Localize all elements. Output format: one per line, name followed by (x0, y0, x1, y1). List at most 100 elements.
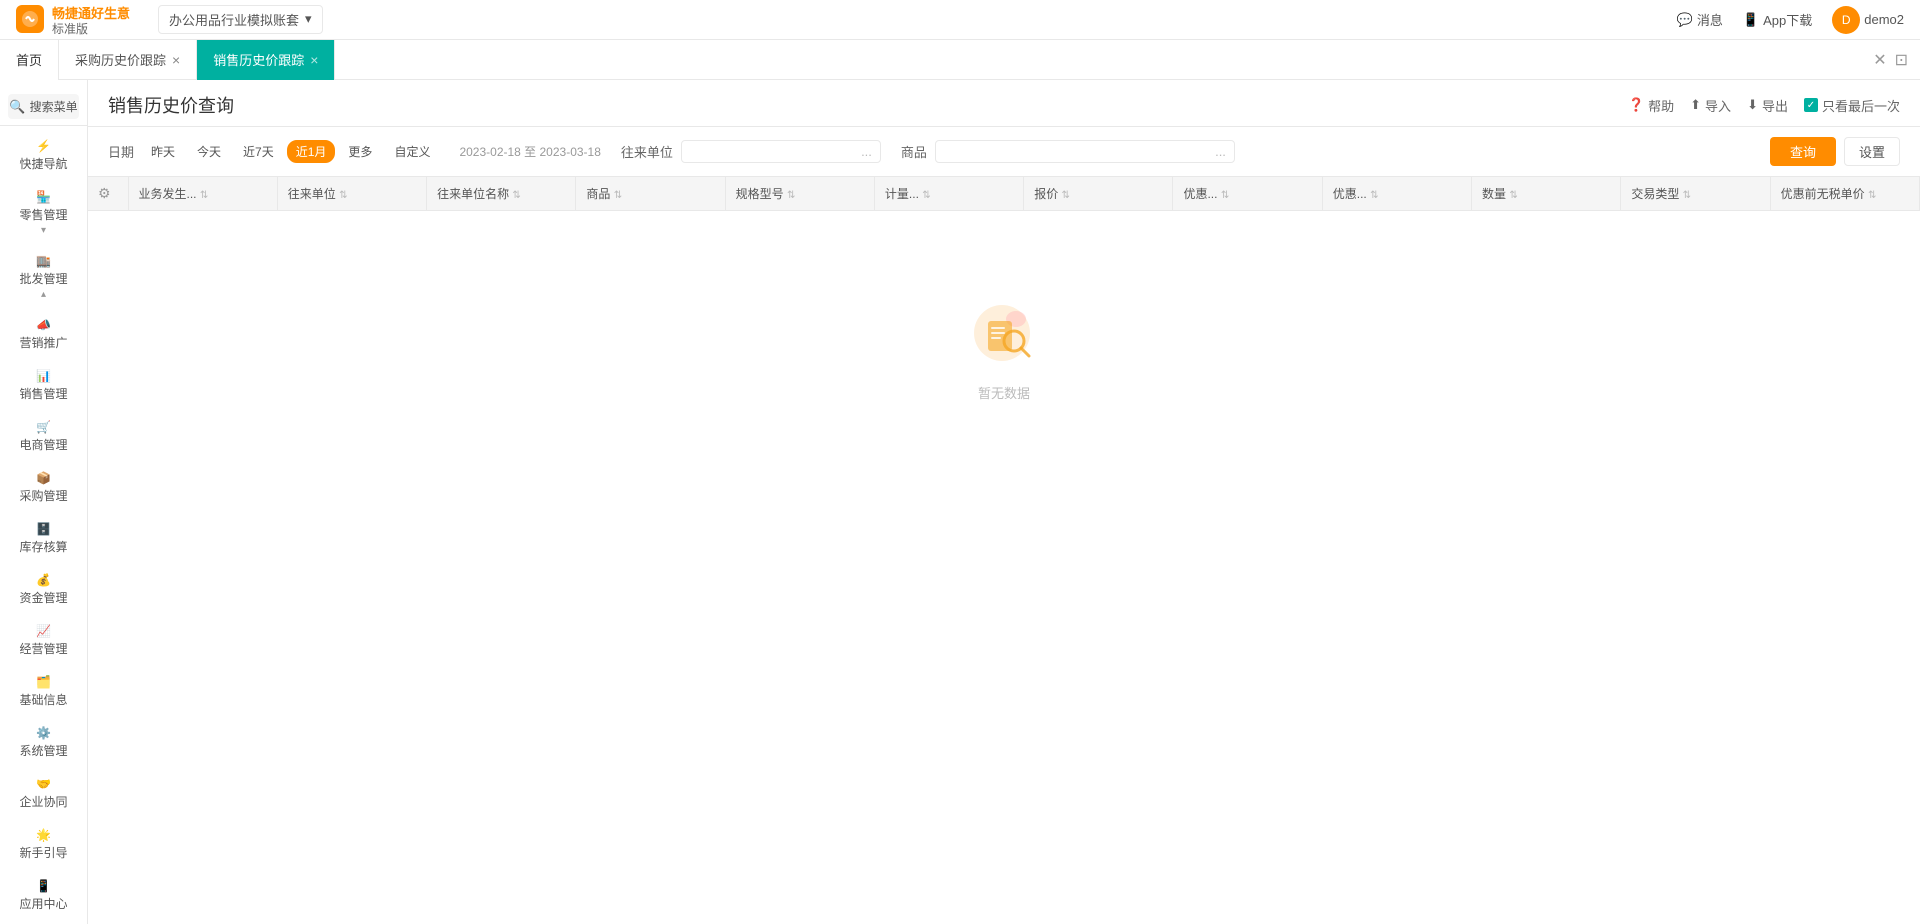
sidebar-item-sales[interactable]: 📊 销售管理 (0, 361, 87, 410)
product-input[interactable]: ... (935, 140, 1235, 163)
col-qty: 数量 ⇅ (1472, 177, 1621, 211)
sidebar-item-wholesale[interactable]: 🏬 批发管理 ▴ (0, 246, 87, 308)
date-pill-today[interactable]: 今天 (188, 140, 230, 163)
col-spec: 规格型号 ⇅ (725, 177, 874, 211)
sidebar-apps-label: 应用中心 (19, 895, 67, 912)
date-pill-more[interactable]: 更多 (339, 140, 381, 163)
sidebar-item-purchase[interactable]: 📦 采购管理 (0, 463, 87, 512)
close-window-btn[interactable]: ✕ (1873, 50, 1886, 70)
wholesale-icon: 🏬 (36, 254, 51, 268)
col-trade-type: 交易类型 ⇅ (1621, 177, 1770, 211)
sidebar-item-shortcuts[interactable]: ⚡ 快捷导航 (0, 131, 87, 180)
only-last-checkbox[interactable]: ✓ 只看最后一次 (1804, 96, 1900, 115)
date-range-display: 2023-02-18 至 2023-03-18 (459, 143, 600, 160)
export-btn[interactable]: ⬇ 导出 (1747, 96, 1788, 115)
account-selector[interactable]: 办公用品行业模拟账套 ▾ (158, 5, 323, 34)
partner-input[interactable]: ... (681, 140, 881, 163)
search-icon: 🔍 (9, 99, 25, 115)
sidebar-inventory-label: 库存核算 (19, 538, 67, 555)
date-pill-yesterday[interactable]: 昨天 (142, 140, 184, 163)
system-icon: ⚙️ (36, 726, 51, 740)
sidebar-enterprise-label: 企业协同 (19, 793, 67, 810)
sort-price-icon[interactable]: ⇅ (1062, 190, 1070, 201)
import-icon: ⬆ (1690, 97, 1701, 113)
tabbar-actions: ✕ ⊡ (1861, 50, 1920, 70)
sidebar-item-inventory[interactable]: 🗄️ 库存核算 (0, 514, 87, 563)
date-pill-7days[interactable]: 近7天 (234, 140, 283, 163)
sidebar-item-enterprise[interactable]: 🤝 企业协同 (0, 769, 87, 818)
sidebar-item-guide[interactable]: 🌟 新手引导 (0, 820, 87, 869)
sidebar-item-retail[interactable]: 🏪 零售管理 ▾ (0, 182, 87, 244)
sidebar-basic-label: 基础信息 (19, 691, 67, 708)
tab-sales-close[interactable]: × (310, 52, 318, 68)
sidebar-item-finance[interactable]: 💰 资金管理 (0, 565, 87, 614)
table-head: ⚙ 业务发生... ⇅ 往来单位 ⇅ 往来单位名称 ⇅ (88, 177, 1920, 211)
col-notax-price: 优惠前无税单价 ⇅ (1770, 177, 1919, 211)
query-button[interactable]: 查询 (1770, 137, 1836, 166)
table-container: ⚙ 业务发生... ⇅ 往来单位 ⇅ 往来单位名称 ⇅ (88, 177, 1920, 924)
sort-unit-icon[interactable]: ⇅ (922, 190, 930, 201)
app-subtitle: 标准版 (52, 22, 130, 36)
sort-spec-icon[interactable]: ⇅ (787, 190, 795, 201)
col-partner-name: 往来单位名称 ⇅ (427, 177, 576, 211)
sales-icon: 📊 (36, 369, 51, 383)
help-icon: ❓ (1628, 97, 1644, 113)
maximize-btn[interactable]: ⊡ (1895, 50, 1908, 70)
settings-button[interactable]: 设置 (1844, 137, 1900, 166)
tab-purchase-history[interactable]: 采购历史价跟踪 × (59, 40, 197, 80)
sort-partner-code-icon[interactable]: ⇅ (339, 190, 347, 201)
tab-purchase-close[interactable]: × (172, 52, 180, 68)
import-btn[interactable]: ⬆ 导入 (1690, 96, 1731, 115)
sidebar-item-ecommerce[interactable]: 🛒 电商管理 (0, 412, 87, 461)
sort-partner-name-icon[interactable]: ⇅ (512, 190, 520, 201)
help-btn[interactable]: ❓ 帮助 (1628, 96, 1674, 115)
retail-arrow-icon: ▾ (41, 225, 46, 236)
sort-trade-type-icon[interactable]: ⇅ (1683, 190, 1691, 201)
ecommerce-icon: 🛒 (36, 420, 51, 434)
sort-product-icon[interactable]: ⇅ (614, 190, 622, 201)
message-btn[interactable]: 💬 消息 (1677, 10, 1723, 29)
sort-discount2-icon[interactable]: ⇅ (1370, 190, 1378, 201)
col-unit: 计量... ⇅ (874, 177, 1023, 211)
sidebar-shortcuts-label: 快捷导航 (19, 155, 67, 172)
topbar-right: 💬 消息 📱 App下载 D demo2 (1677, 6, 1904, 34)
app-name-main: 畅捷通好生意 (52, 3, 130, 22)
sidebar-marketing-label: 营销推广 (19, 334, 67, 351)
inventory-icon: 🗄️ (36, 522, 51, 536)
purchase-icon: 📦 (36, 471, 51, 485)
search-menu-btn[interactable]: 🔍 搜索菜单 (8, 94, 79, 119)
sidebar-item-operations[interactable]: 📈 经营管理 (0, 616, 87, 665)
operations-icon: 📈 (36, 624, 51, 638)
sort-discount1-icon[interactable]: ⇅ (1221, 190, 1229, 201)
sidebar-item-system[interactable]: ⚙️ 系统管理 (0, 718, 87, 767)
product-filter-label: 商品 (901, 142, 927, 161)
user-menu[interactable]: D demo2 (1832, 6, 1904, 34)
dropdown-arrow-icon: ▾ (305, 11, 312, 27)
sort-notax-price-icon[interactable]: ⇅ (1868, 190, 1876, 201)
avatar: D (1832, 6, 1860, 34)
col-gear-icon[interactable]: ⚙ (98, 185, 111, 201)
table-header-row: ⚙ 业务发生... ⇅ 往来单位 ⇅ 往来单位名称 ⇅ (88, 177, 1920, 211)
date-pill-custom[interactable]: 自定义 (385, 140, 439, 163)
sort-qty-icon[interactable]: ⇅ (1509, 190, 1517, 201)
date-pill-1month[interactable]: 近1月 (287, 140, 336, 163)
sidebar-item-basic[interactable]: 🗂️ 基础信息 (0, 667, 87, 716)
sidebar-retail-label: 零售管理 (19, 206, 67, 223)
tab-sales-history[interactable]: 销售历史价跟踪 × (197, 40, 335, 80)
topbar-left: 畅捷通好生意 标准版 办公用品行业模拟账套 ▾ (16, 3, 323, 36)
tabbar: 首页 采购历史价跟踪 × 销售历史价跟踪 × ✕ ⊡ (0, 40, 1920, 80)
app-download-btn[interactable]: 📱 App下载 (1743, 10, 1812, 29)
date-pills: 昨天 今天 近7天 近1月 更多 自定义 (142, 140, 439, 163)
col-discount2: 优惠... ⇅ (1322, 177, 1471, 211)
sidebar-item-apps[interactable]: 📱 应用中心 (0, 871, 87, 920)
sidebar-item-marketing[interactable]: 📣 营销推广 (0, 310, 87, 359)
main-layout: 🔍 搜索菜单 ⚡ 快捷导航 🏪 零售管理 ▾ 🏬 批发管理 ▴ 📣 营销推广 📊… (0, 80, 1920, 924)
sidebar-operations-label: 经营管理 (19, 640, 67, 657)
apps-icon: 📱 (36, 879, 51, 893)
basic-icon: 🗂️ (36, 675, 51, 689)
tab-home[interactable]: 首页 (0, 40, 59, 80)
sidebar-search-section: 🔍 搜索菜单 (0, 88, 87, 126)
partner-filter-group: 往来单位 ... (621, 140, 881, 163)
page-header: 销售历史价查询 ❓ 帮助 ⬆ 导入 ⬇ 导出 ✓ 只 (88, 80, 1920, 127)
sort-biz-date-icon[interactable]: ⇅ (200, 190, 208, 201)
